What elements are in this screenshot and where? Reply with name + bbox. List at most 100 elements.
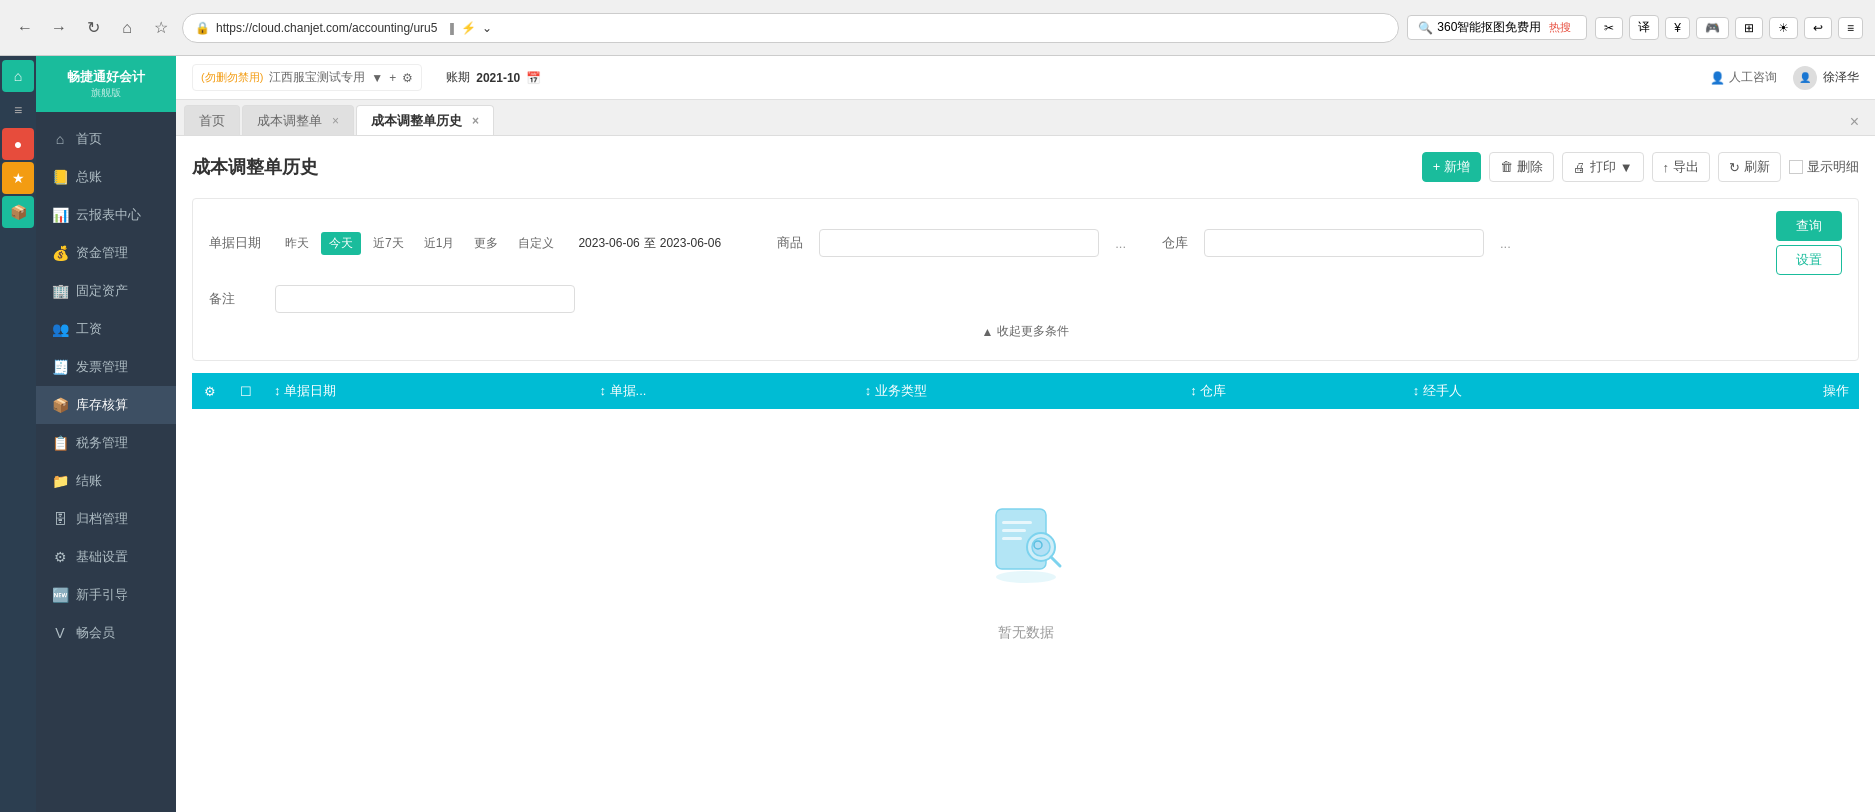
menu-tool[interactable]: ≡: [1838, 17, 1863, 39]
sidebar-label-invoice: 发票管理: [76, 358, 128, 376]
col-operator-label: ↕ 经手人: [1413, 382, 1462, 400]
col-operator[interactable]: ↕ 经手人: [1403, 373, 1677, 409]
sidebar-item-archive[interactable]: 🗄 归档管理: [36, 500, 176, 538]
remark-input[interactable]: [275, 285, 575, 313]
date-tab-1month[interactable]: 近1月: [416, 232, 463, 255]
display-checkbox[interactable]: [1789, 160, 1803, 174]
address-bar[interactable]: 🔒 https://cloud.chanjet.com/accounting/u…: [182, 13, 1399, 43]
svg-rect-4: [1002, 537, 1022, 540]
search-bar[interactable]: 🔍 360智能抠图免费用 热搜: [1407, 15, 1587, 40]
tab-cost-adjust[interactable]: 成本调整单 ×: [242, 105, 354, 135]
print-button[interactable]: 🖨 打印 ▼: [1562, 152, 1644, 182]
iconbar-item-1[interactable]: ≡: [2, 94, 34, 126]
top-bar: (勿删勿禁用) 江西服宝测试专用 ▼ + ⚙ 账期 2021-10 📅 👤 人工…: [176, 56, 1875, 100]
user-info[interactable]: 👤 徐泽华: [1793, 66, 1859, 90]
refresh-button[interactable]: ↻: [80, 15, 106, 41]
sidebar-item-tax[interactable]: 📋 税务管理: [36, 424, 176, 462]
date-separator: 至: [644, 235, 656, 252]
top-bar-right: 👤 人工咨询 👤 徐泽华: [1710, 66, 1859, 90]
currency-tool[interactable]: ¥: [1665, 17, 1690, 39]
iconbar-item-0[interactable]: ⌂: [2, 60, 34, 92]
tab-close-all-button[interactable]: ×: [1842, 109, 1867, 135]
sidebar-item-guide[interactable]: 🆕 新手引导: [36, 576, 176, 614]
refresh-icon: ↻: [1729, 160, 1740, 175]
translate-tool[interactable]: 译: [1629, 15, 1659, 40]
query-button[interactable]: 查询: [1776, 211, 1842, 241]
sidebar-item-cloud-report[interactable]: 📊 云报表中心: [36, 196, 176, 234]
date-tab-yesterday[interactable]: 昨天: [277, 232, 317, 255]
sidebar-label-settings: 基础设置: [76, 548, 128, 566]
goods-more-btn[interactable]: ...: [1115, 236, 1126, 251]
company-selector[interactable]: (勿删勿禁用) 江西服宝测试专用 ▼ + ⚙: [192, 64, 422, 91]
sidebar-item-close-accounts[interactable]: 📁 结账: [36, 462, 176, 500]
col-date[interactable]: ↕ 单据日期: [264, 373, 589, 409]
content-area: 成本调整单历史 + 新增 🗑 删除 🖨 打印 ▼ ↑ 导出 ↻: [176, 136, 1875, 812]
table-settings-col[interactable]: ⚙: [192, 373, 228, 409]
setting-button[interactable]: 设置: [1776, 245, 1842, 275]
iconbar-item-3[interactable]: ★: [2, 162, 34, 194]
svg-rect-3: [1002, 529, 1026, 532]
avatar-icon: 👤: [1799, 72, 1811, 83]
sidebar-item-fixed-asset[interactable]: 🏢 固定资产: [36, 272, 176, 310]
user-name: 徐泽华: [1823, 69, 1859, 86]
sidebar-item-fund[interactable]: 💰 资金管理: [36, 234, 176, 272]
date-tab-7days[interactable]: 近7天: [365, 232, 412, 255]
brightness-tool[interactable]: ☀: [1769, 17, 1798, 39]
bolt-icon: ⚡: [461, 21, 476, 35]
date-range: 2023-06-06 至 2023-06-06: [578, 235, 721, 252]
home-button[interactable]: ⌂: [114, 15, 140, 41]
goods-filter-label: 商品: [777, 234, 803, 252]
cut-tool[interactable]: ✂: [1595, 17, 1623, 39]
goods-input[interactable]: [819, 229, 1099, 257]
forward-button[interactable]: →: [46, 15, 72, 41]
sidebar-item-home[interactable]: ⌂ 首页: [36, 120, 176, 158]
add-company-icon[interactable]: +: [389, 71, 396, 85]
col-biz-type[interactable]: ↕ 业务类型: [855, 373, 1180, 409]
sidebar-label-home: 首页: [76, 130, 102, 148]
tab-cost-adjust-history-close[interactable]: ×: [472, 114, 479, 128]
col-number[interactable]: ↕ 单据...: [589, 373, 854, 409]
company-dropdown-icon: ▼: [371, 71, 383, 85]
close-accounts-icon: 📁: [52, 473, 68, 489]
company-settings-icon[interactable]: ⚙: [402, 71, 413, 85]
main-area: (勿删勿禁用) 江西服宝测试专用 ▼ + ⚙ 账期 2021-10 📅 👤 人工…: [176, 56, 1875, 812]
sidebar-item-inventory[interactable]: 📦 库存核算: [36, 386, 176, 424]
tab-home[interactable]: 首页: [184, 105, 240, 135]
sidebar-item-vip[interactable]: V 畅会员: [36, 614, 176, 652]
remark-filter-label: 备注: [209, 290, 259, 308]
undo-tool[interactable]: ↩: [1804, 17, 1832, 39]
grid-tool[interactable]: ⊞: [1735, 17, 1763, 39]
sidebar-item-salary[interactable]: 👥 工资: [36, 310, 176, 348]
date-tab-more[interactable]: 更多: [466, 232, 506, 255]
date-tab-today[interactable]: 今天: [321, 232, 361, 255]
calendar-icon[interactable]: 📅: [526, 71, 541, 85]
sidebar-label-salary: 工资: [76, 320, 102, 338]
tab-cost-adjust-history[interactable]: 成本调整单历史 ×: [356, 105, 494, 135]
period-value: 2021-10: [476, 71, 520, 85]
hot-label: 热搜: [1549, 20, 1571, 35]
service-button[interactable]: 👤 人工咨询: [1710, 69, 1777, 86]
collapse-button[interactable]: ▲ 收起更多条件: [982, 323, 1070, 340]
fixed-asset-icon: 🏢: [52, 283, 68, 299]
back-button[interactable]: ←: [12, 15, 38, 41]
iconbar-item-2[interactable]: ●: [2, 128, 34, 160]
export-button[interactable]: ↑ 导出: [1652, 152, 1711, 182]
warehouse-input[interactable]: [1204, 229, 1484, 257]
new-button[interactable]: + 新增: [1422, 152, 1481, 182]
sidebar-item-invoice[interactable]: 🧾 发票管理: [36, 348, 176, 386]
bookmark-button[interactable]: ☆: [148, 15, 174, 41]
sidebar-label-vip: 畅会员: [76, 624, 115, 642]
col-warehouse[interactable]: ↕ 仓库: [1180, 373, 1402, 409]
iconbar-item-active[interactable]: 📦: [2, 196, 34, 228]
sidebar-item-ledger[interactable]: 📒 总账: [36, 158, 176, 196]
date-tab-custom[interactable]: 自定义: [510, 232, 562, 255]
sidebar-item-settings[interactable]: ⚙ 基础设置: [36, 538, 176, 576]
refresh-button[interactable]: ↻ 刷新: [1718, 152, 1781, 182]
table-checkbox-col[interactable]: ☐: [228, 373, 264, 409]
export-icon: ↑: [1663, 160, 1670, 175]
tab-cost-adjust-close[interactable]: ×: [332, 114, 339, 128]
game-tool[interactable]: 🎮: [1696, 17, 1729, 39]
warehouse-more-btn[interactable]: ...: [1500, 236, 1511, 251]
delete-button[interactable]: 🗑 删除: [1489, 152, 1554, 182]
table-header: ⚙ ☐ ↕ 单据日期 ↕ 单据...: [192, 373, 1859, 409]
